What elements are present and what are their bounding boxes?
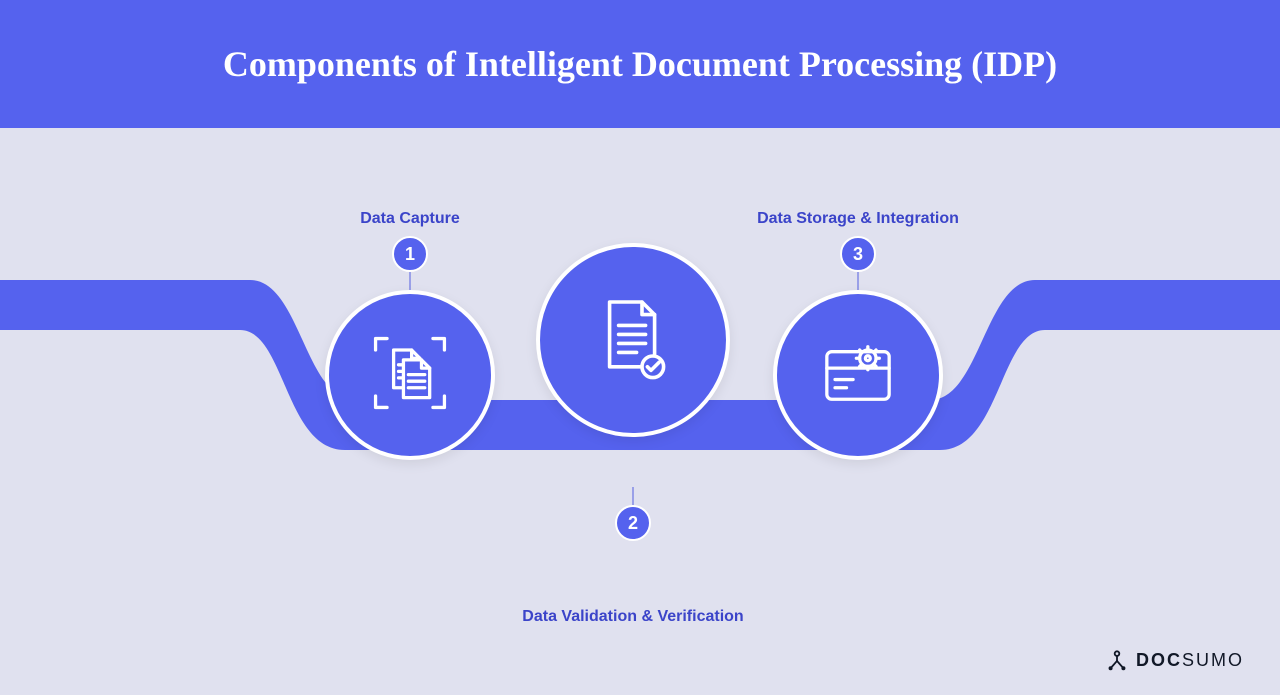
node-data-capture: Data Capture 1 [310,210,510,460]
header-banner: Components of Intelligent Document Proce… [0,0,1280,128]
node-label: Data Storage & Integration [757,210,959,228]
connector-line [632,487,634,505]
docsumo-icon [1106,649,1128,671]
gear-folder-icon [817,332,899,419]
node-circle [325,290,495,460]
brand-name-thin: SUMO [1182,650,1244,670]
node-circle [536,243,730,437]
node-data-storage: Data Storage & Integration 3 [758,210,958,460]
brand-logo: DOCSUMO [1106,649,1244,671]
node-label: Data Capture [360,210,460,228]
node-label: Data Validation & Verification [483,608,783,626]
page-title: Components of Intelligent Document Proce… [223,43,1057,85]
brand-name-bold: DOC [1136,650,1182,670]
doc-check-icon [588,293,678,388]
connector-line [409,272,411,290]
node-circle [773,290,943,460]
node-data-validation: 2 Data Validation & Verification [533,243,733,437]
step-badge: 3 [840,236,876,272]
step-badge: 2 [615,505,651,541]
step-badge: 1 [392,236,428,272]
scan-doc-icon [369,332,451,419]
connector-line [857,272,859,290]
